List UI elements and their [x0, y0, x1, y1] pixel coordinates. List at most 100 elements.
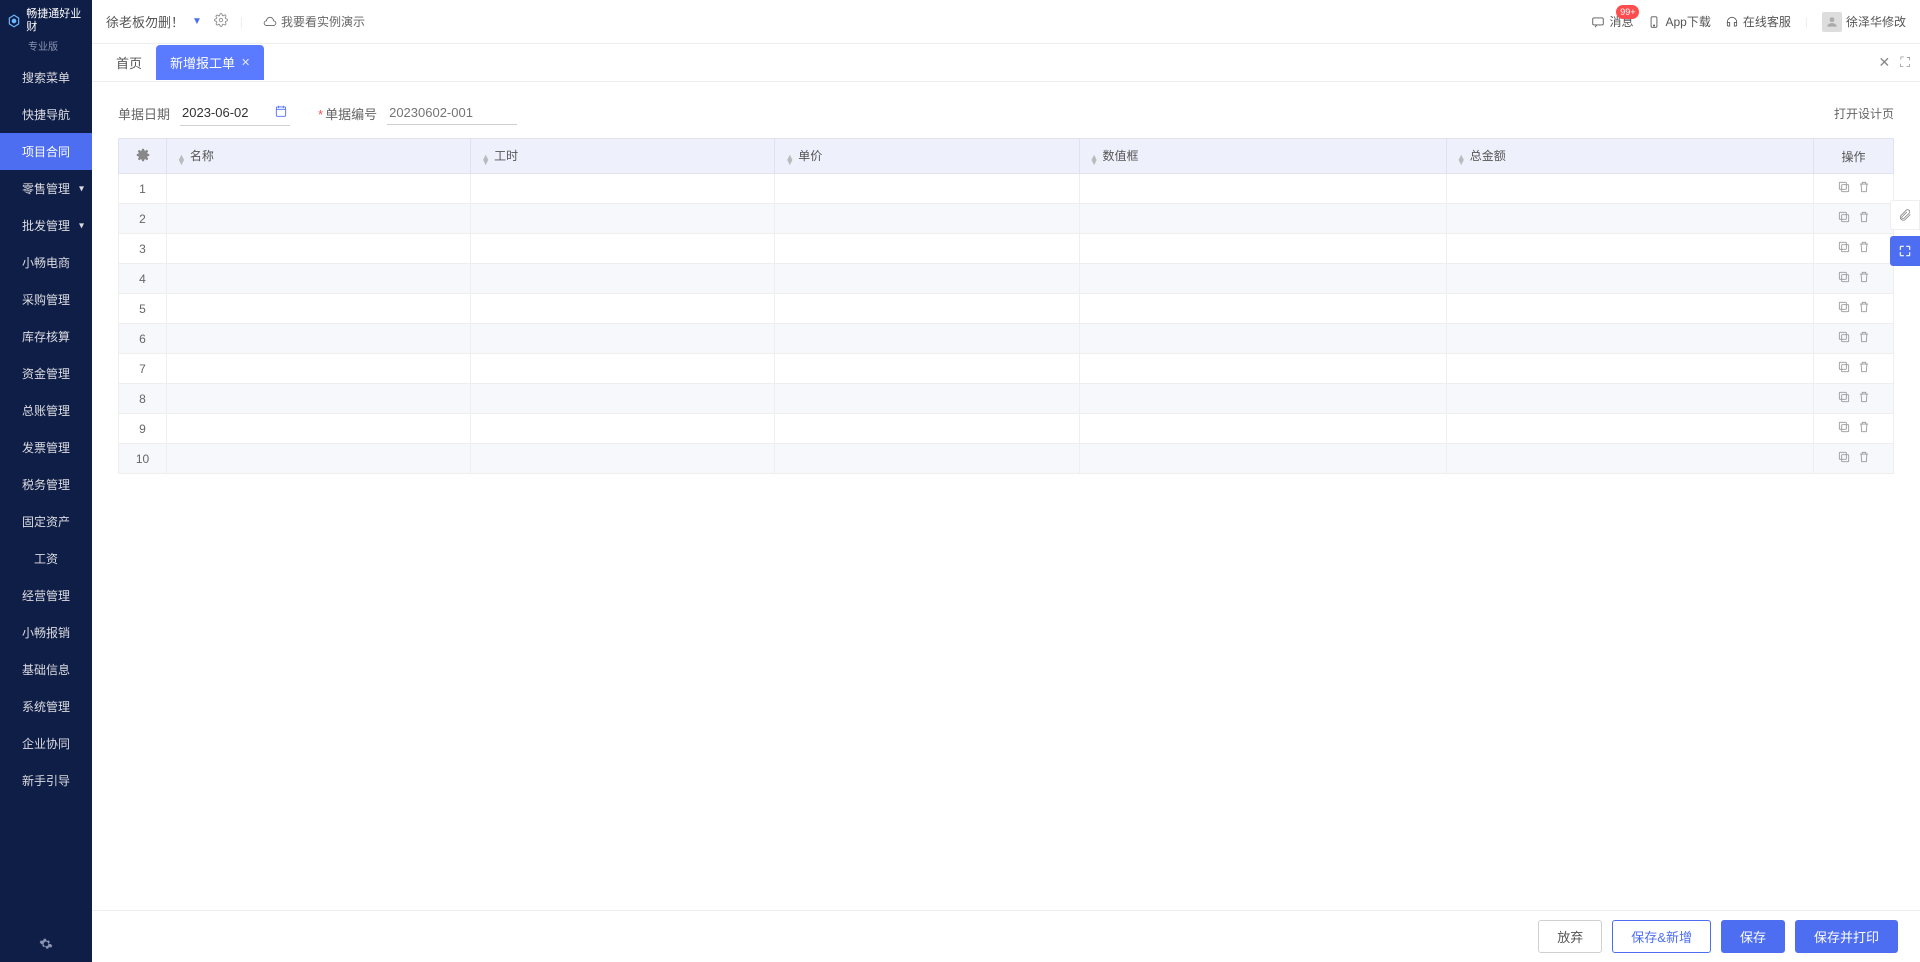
sidebar-item-5[interactable]: 小畅电商: [0, 244, 92, 281]
open-design-link[interactable]: 打开设计页: [1834, 105, 1894, 122]
col-header-4[interactable]: ▲▼总金额: [1446, 139, 1813, 174]
cell[interactable]: [1079, 174, 1446, 204]
close-icon[interactable]: ✕: [241, 56, 250, 69]
sidebar-item-1[interactable]: 快捷导航: [0, 96, 92, 133]
sidebar-item-13[interactable]: 工资: [0, 540, 92, 577]
cell[interactable]: [167, 204, 471, 234]
cell[interactable]: [1446, 414, 1813, 444]
date-input[interactable]: 2023-06-02: [180, 100, 290, 126]
cell[interactable]: [775, 414, 1079, 444]
cell[interactable]: [471, 414, 775, 444]
sidebar-item-11[interactable]: 税务管理: [0, 466, 92, 503]
tab-0[interactable]: 首页: [102, 45, 156, 80]
cell[interactable]: [1446, 264, 1813, 294]
discard-button[interactable]: 放弃: [1538, 920, 1602, 953]
code-input[interactable]: [387, 101, 517, 125]
col-header-0[interactable]: ▲▼名称: [167, 139, 471, 174]
delete-icon[interactable]: [1857, 213, 1871, 227]
attachment-button[interactable]: [1890, 200, 1920, 230]
sidebar-item-6[interactable]: 采购管理: [0, 281, 92, 318]
delete-icon[interactable]: [1857, 333, 1871, 347]
delete-icon[interactable]: [1857, 273, 1871, 287]
cell[interactable]: [167, 354, 471, 384]
cell[interactable]: [775, 324, 1079, 354]
cell[interactable]: [471, 324, 775, 354]
cell[interactable]: [1446, 204, 1813, 234]
cell[interactable]: [471, 354, 775, 384]
cell[interactable]: [1079, 234, 1446, 264]
cell[interactable]: [775, 204, 1079, 234]
sidebar-item-7[interactable]: 库存核算: [0, 318, 92, 355]
table-scroll[interactable]: ▲▼名称▲▼工时▲▼单价▲▼数值框▲▼总金额操作 12345678910: [118, 138, 1894, 910]
breadcrumb[interactable]: 徐老板勿删！ ▼: [106, 12, 202, 31]
col-header-2[interactable]: ▲▼单价: [775, 139, 1079, 174]
demo-link[interactable]: 我要看实例演示: [263, 13, 365, 30]
copy-icon[interactable]: [1837, 453, 1851, 467]
cell[interactable]: [471, 444, 775, 474]
cell[interactable]: [1079, 264, 1446, 294]
fullscreen-icon[interactable]: ⛶: [1900, 54, 1910, 71]
copy-icon[interactable]: [1837, 183, 1851, 197]
copy-icon[interactable]: [1837, 243, 1851, 257]
save-print-button[interactable]: 保存并打印: [1795, 920, 1898, 953]
copy-icon[interactable]: [1837, 363, 1851, 377]
sidebar-item-3[interactable]: 零售管理▾: [0, 170, 92, 207]
copy-icon[interactable]: [1837, 213, 1851, 227]
tab-1[interactable]: 新增报工单✕: [156, 45, 264, 80]
cell[interactable]: [1079, 294, 1446, 324]
cell[interactable]: [471, 384, 775, 414]
cell[interactable]: [471, 294, 775, 324]
sidebar-item-2[interactable]: 项目合同: [0, 133, 92, 170]
sidebar-item-16[interactable]: 基础信息: [0, 651, 92, 688]
sidebar-settings-button[interactable]: [0, 929, 92, 962]
sidebar-item-18[interactable]: 企业协同: [0, 725, 92, 762]
save-button[interactable]: 保存: [1721, 920, 1785, 953]
cell[interactable]: [1079, 384, 1446, 414]
sidebar-item-4[interactable]: 批发管理▾: [0, 207, 92, 244]
save-new-button[interactable]: 保存&新增: [1612, 920, 1711, 953]
cell[interactable]: [1446, 354, 1813, 384]
cell[interactable]: [471, 264, 775, 294]
cell[interactable]: [167, 384, 471, 414]
delete-icon[interactable]: [1857, 303, 1871, 317]
sidebar-item-17[interactable]: 系统管理: [0, 688, 92, 725]
copy-icon[interactable]: [1837, 393, 1851, 407]
cell[interactable]: [167, 414, 471, 444]
cell[interactable]: [1446, 174, 1813, 204]
cell[interactable]: [775, 354, 1079, 384]
sidebar-item-15[interactable]: 小畅报销: [0, 614, 92, 651]
cell[interactable]: [471, 234, 775, 264]
cell[interactable]: [775, 234, 1079, 264]
sidebar-item-12[interactable]: 固定资产: [0, 503, 92, 540]
cell[interactable]: [167, 444, 471, 474]
sidebar-item-8[interactable]: 资金管理: [0, 355, 92, 392]
copy-icon[interactable]: [1837, 303, 1851, 317]
close-all-icon[interactable]: ✕: [1878, 54, 1890, 71]
cell[interactable]: [1079, 414, 1446, 444]
copy-icon[interactable]: [1837, 333, 1851, 347]
cell[interactable]: [471, 204, 775, 234]
cell[interactable]: [1446, 294, 1813, 324]
cell[interactable]: [775, 444, 1079, 474]
cell[interactable]: [1079, 204, 1446, 234]
cell[interactable]: [775, 264, 1079, 294]
sidebar-item-19[interactable]: 新手引导: [0, 762, 92, 799]
cell[interactable]: [167, 264, 471, 294]
cell[interactable]: [775, 384, 1079, 414]
cell[interactable]: [1446, 234, 1813, 264]
sidebar-item-0[interactable]: 搜索菜单: [0, 59, 92, 96]
cell[interactable]: [167, 234, 471, 264]
delete-icon[interactable]: [1857, 453, 1871, 467]
cell[interactable]: [1079, 444, 1446, 474]
cell[interactable]: [471, 174, 775, 204]
sidebar-item-9[interactable]: 总账管理: [0, 392, 92, 429]
delete-icon[interactable]: [1857, 393, 1871, 407]
cell[interactable]: [1446, 444, 1813, 474]
cell[interactable]: [1446, 324, 1813, 354]
cell[interactable]: [1079, 354, 1446, 384]
cell[interactable]: [1079, 324, 1446, 354]
col-header-3[interactable]: ▲▼数值框: [1079, 139, 1446, 174]
cell[interactable]: [167, 174, 471, 204]
user-menu[interactable]: 徐泽华修改: [1822, 12, 1906, 32]
cell[interactable]: [775, 294, 1079, 324]
